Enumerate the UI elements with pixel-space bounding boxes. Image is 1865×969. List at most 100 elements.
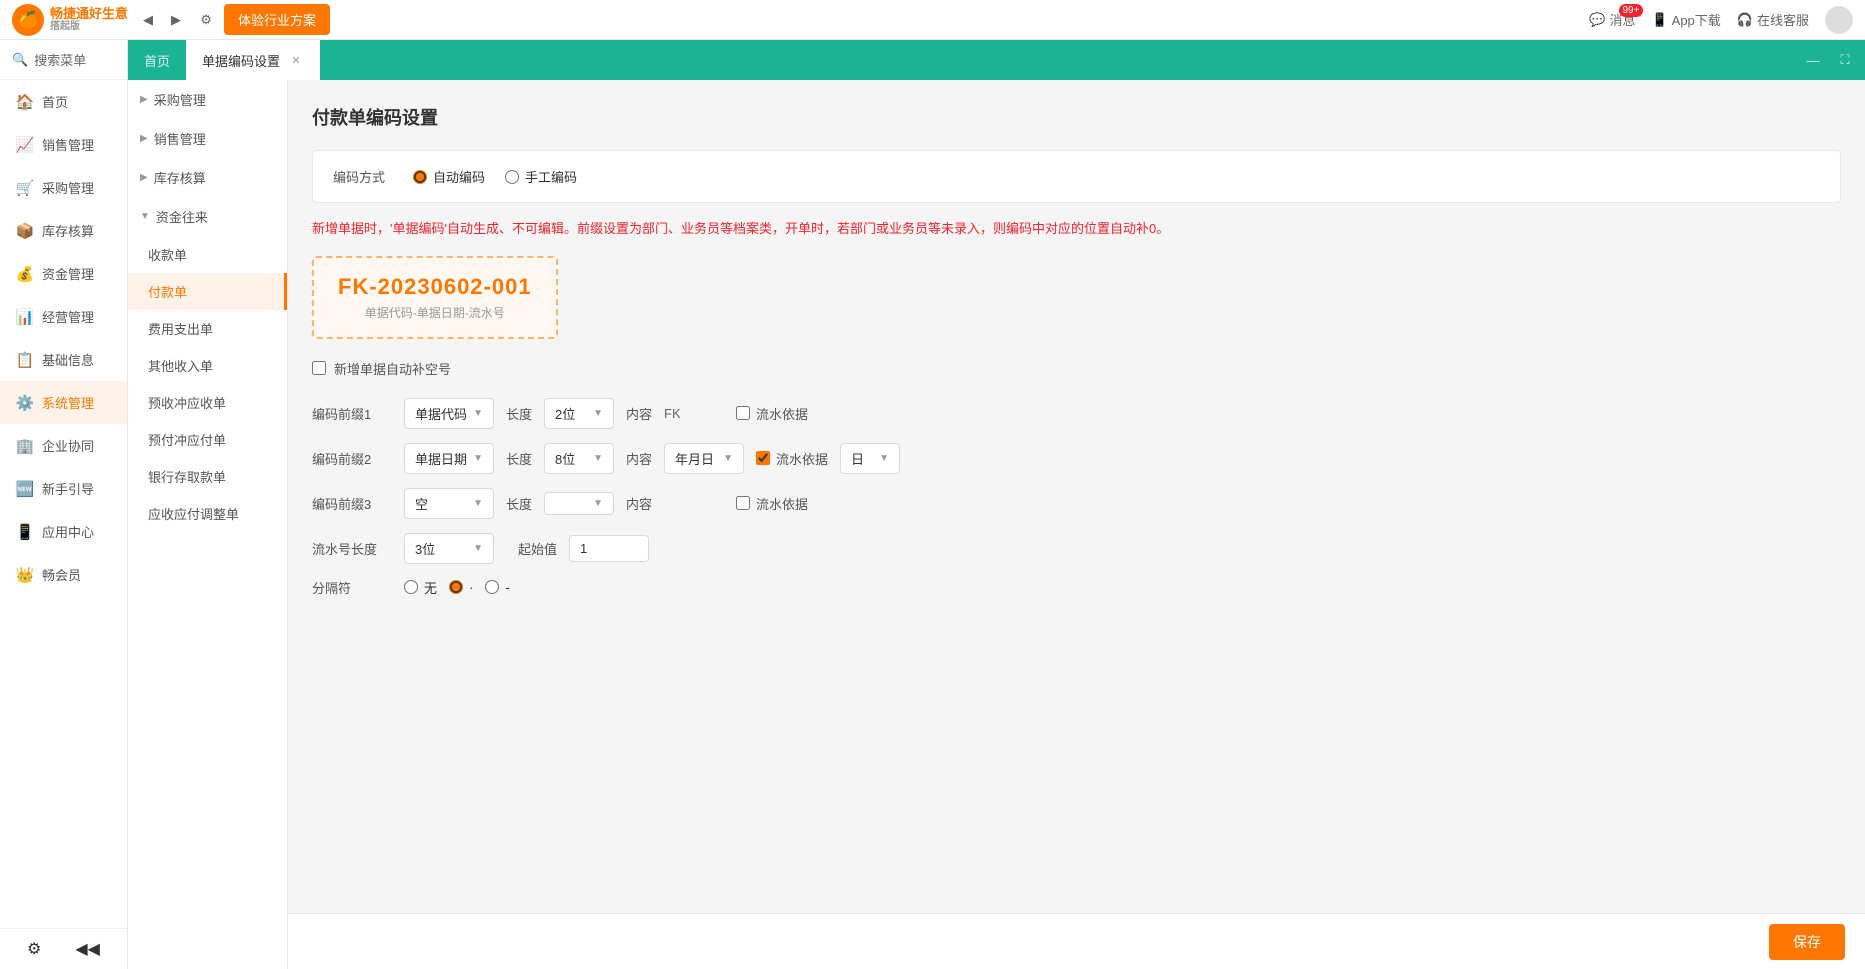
serial-length-select[interactable]: 3位 ▼ [404,533,494,564]
prefix1-serial-label: 流水依据 [736,404,808,423]
app-download-button[interactable]: 📱 App下载 [1651,10,1720,29]
sidebar-item-home[interactable]: 🏠 首页 [0,80,127,123]
separator-label: 分隔符 [312,578,392,597]
manual-code-radio[interactable] [505,170,519,184]
app-download-label: App下载 [1672,10,1721,29]
code-preview-sub: 单据代码-单据日期-流水号 [338,304,532,321]
prefix1-length-label: 长度 [506,404,532,423]
tab-close-button[interactable]: ✕ [288,52,304,68]
serial-start-input[interactable]: 1 [569,535,649,562]
encoding-method-group: 编码方式 自动编码 手工编码 [333,167,1820,186]
sidebar-label-purchase: 采购管理 [42,178,94,197]
avatar[interactable] [1825,6,1853,34]
nav-prev-button[interactable]: ◀ [136,8,160,32]
top-bar-left: 🍊 畅捷通好生意 搭起版 ◀ ▶ ⚙ 体验行业方案 [12,4,330,36]
sub-item-prepay-collect-label: 预收冲应收单 [148,396,226,411]
sep-dot-label[interactable]: · [449,580,473,595]
sidebar-item-member[interactable]: 👑 畅会员 [0,553,127,596]
download-icon: 📱 [1651,12,1667,28]
sub-group-inventory: ▶ 库存核算 [128,158,287,197]
prefix3-serial-label: 流水依据 [736,494,808,513]
collapse-icon[interactable]: ◀◀ [75,939,100,959]
serial-start-value: 1 [580,541,587,556]
sales-icon: 📈 [16,136,34,154]
logo-name: 畅捷通好生意 [50,6,128,22]
sub-item-bank-deposit[interactable]: 银行存取款单 [128,458,287,495]
prefix3-label: 编码前缀3 [312,494,392,513]
trial-button[interactable]: 体验行业方案 [224,4,330,35]
prefix2-content-value: 年月日 [675,449,714,468]
prefix3-row: 编码前缀3 空 ▼ 长度 ▼ 内容 [312,488,1841,519]
sub-item-expense-label: 费用支出单 [148,322,213,337]
sidebar-item-apps[interactable]: 📱 应用中心 [0,510,127,553]
prefix1-serial-checkbox[interactable] [736,406,750,420]
prefix1-length-select[interactable]: 2位 ▼ [544,398,614,429]
sub-item-other-income[interactable]: 其他收入单 [128,347,287,384]
sidebar-label-enterprise: 企业协同 [42,436,94,455]
sidebar-item-enterprise[interactable]: 🏢 企业协同 [0,424,127,467]
auto-fill-row: 新增单据自动补空号 [312,359,1841,378]
tab-home-label: 首页 [144,51,170,70]
sub-item-payment[interactable]: 付款单 [128,273,287,310]
sub-group-sales-header[interactable]: ▶ 销售管理 [128,119,287,158]
prefix2-select[interactable]: 单据日期 ▼ [404,443,494,474]
sidebar-item-business[interactable]: 📊 经营管理 [0,295,127,338]
prefix2-content-select[interactable]: 年月日 ▼ [664,443,744,474]
encoding-method-card: 编码方式 自动编码 手工编码 [312,150,1841,203]
sidebar-item-finance[interactable]: 💰 资金管理 [0,252,127,295]
prefix2-length-select[interactable]: 8位 ▼ [544,443,614,474]
sep-dash-radio[interactable] [485,580,499,594]
sub-item-receipt[interactable]: 收款单 [128,236,287,273]
prefix2-serial-checkbox[interactable] [756,451,770,465]
tab-serial-code[interactable]: 单据编码设置 ✕ [186,40,320,80]
sep-dash-label[interactable]: - [485,580,509,595]
prefix3-select[interactable]: 空 ▼ [404,488,494,519]
sidebar-item-purchase[interactable]: 🛒 采购管理 [0,166,127,209]
prefix3-length-chevron-icon: ▼ [593,498,603,509]
tab-home[interactable]: 首页 [128,40,186,80]
prefix3-content-label: 内容 [626,494,652,513]
sub-item-prepay-pay[interactable]: 预付冲应付单 [128,421,287,458]
sub-group-capital-header[interactable]: ▼ 资金往来 [128,197,287,236]
sep-dot-radio[interactable] [449,580,463,594]
sidebar-item-sales[interactable]: 📈 销售管理 [0,123,127,166]
prefix1-chevron-icon: ▼ [473,408,483,419]
nav-next-button[interactable]: ▶ [164,8,188,32]
auto-code-label: 自动编码 [433,167,485,186]
auto-code-radio-label[interactable]: 自动编码 [413,167,485,186]
manual-code-radio-label[interactable]: 手工编码 [505,167,577,186]
prefix3-serial-checkbox[interactable] [736,496,750,510]
prefix1-select[interactable]: 单据代码 ▼ [404,398,494,429]
sub-item-receivable-adjust[interactable]: 应收应付调整单 [128,495,287,532]
prefix2-period-select[interactable]: 日 ▼ [840,443,900,474]
prefix2-label: 编码前缀2 [312,449,392,468]
sidebar-item-inventory[interactable]: 📦 库存核算 [0,209,127,252]
sidebar-item-basic[interactable]: 📋 基础信息 [0,338,127,381]
settings-icon[interactable]: ⚙ [192,6,220,34]
sidebar-item-newguide[interactable]: 🆕 新手引导 [0,467,127,510]
prefix1-row: 编码前缀1 单据代码 ▼ 长度 2位 ▼ 内容 FK [312,398,1841,429]
auto-fill-checkbox[interactable] [312,361,326,375]
sub-item-expense[interactable]: 费用支出单 [128,310,287,347]
sub-group-inventory-header[interactable]: ▶ 库存核算 [128,158,287,197]
apps-icon: 📱 [16,523,34,541]
sep-none-radio[interactable] [404,580,418,594]
basic-icon: 📋 [16,351,34,369]
tab-serial-code-label: 单据编码设置 [202,51,280,70]
service-icon: 🎧 [1737,12,1753,28]
sidebar-item-system[interactable]: ⚙️ 系统管理 [0,381,127,424]
auto-code-radio[interactable] [413,170,427,184]
save-button[interactable]: 保存 [1769,924,1845,960]
sep-none-label[interactable]: 无 [404,578,437,597]
settings-bottom-icon[interactable]: ⚙ [27,939,41,959]
sub-item-prepay-collect[interactable]: 预收冲应收单 [128,384,287,421]
prefix3-serial-text: 流水依据 [756,494,808,513]
prefix3-length-select[interactable]: ▼ [544,492,614,515]
tab-maximize-button[interactable]: ⛶ [1833,48,1857,72]
online-service-button[interactable]: 🎧 在线客服 [1737,10,1809,29]
messages-button[interactable]: 💬 消息 99+ [1589,10,1635,29]
search-menu-button[interactable]: 🔍 搜索菜单 [0,40,127,80]
sub-group-sales: ▶ 销售管理 [128,119,287,158]
tab-minimize-button[interactable]: — [1801,48,1825,72]
sub-group-purchase-header[interactable]: ▶ 采购管理 [128,80,287,119]
